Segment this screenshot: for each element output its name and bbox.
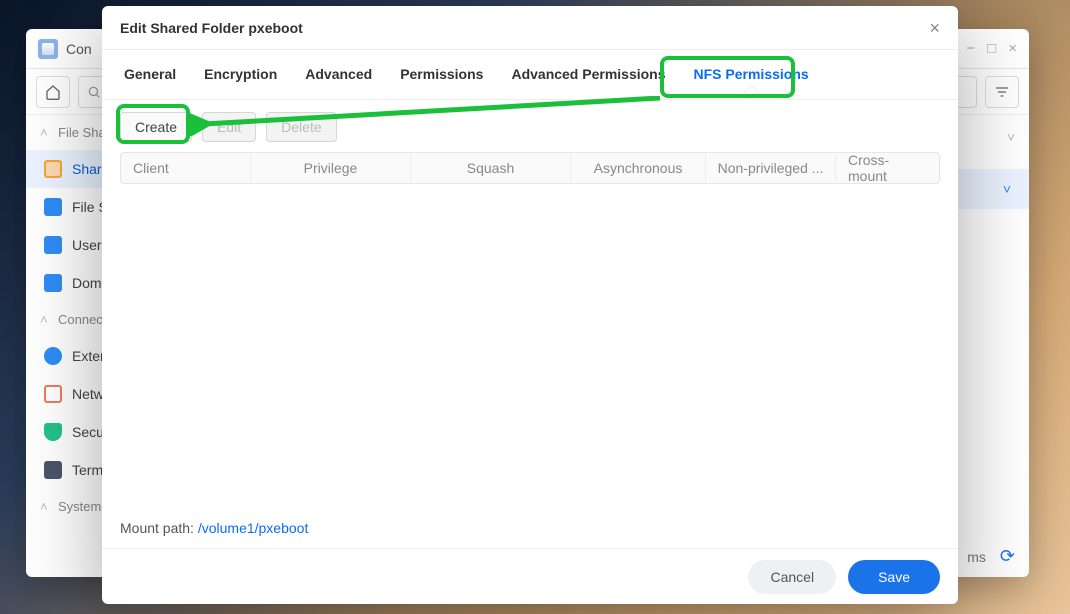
house-icon bbox=[44, 385, 62, 403]
chevron-up-icon: ˄ bbox=[40, 499, 50, 514]
dialog-tabs: General Encryption Advanced Permissions … bbox=[102, 50, 958, 100]
column-privilege[interactable]: Privilege bbox=[251, 153, 411, 183]
chevron-up-icon: ˄ bbox=[40, 125, 50, 140]
chevron-down-icon: ˅ bbox=[1003, 181, 1011, 197]
shield-icon bbox=[44, 423, 62, 441]
column-squash[interactable]: Squash bbox=[411, 153, 571, 183]
folder-icon bbox=[44, 160, 62, 178]
status-ms: ms bbox=[967, 549, 986, 565]
edit-button: Edit bbox=[202, 112, 256, 142]
tab-general[interactable]: General bbox=[110, 52, 190, 97]
terminal-icon bbox=[44, 461, 62, 479]
swap-icon bbox=[44, 198, 62, 216]
delete-button: Delete bbox=[266, 112, 336, 142]
mount-path-row: Mount path: /volume1/pxeboot bbox=[102, 520, 958, 548]
window-close-icon[interactable]: × bbox=[1008, 40, 1017, 57]
sort-button[interactable] bbox=[985, 76, 1019, 108]
tab-advanced-permissions[interactable]: Advanced Permissions bbox=[497, 52, 679, 97]
chevron-down-icon[interactable]: ˅ bbox=[1007, 129, 1015, 145]
window-maximize-icon[interactable]: □ bbox=[987, 40, 996, 57]
plug-icon bbox=[44, 347, 62, 365]
column-client[interactable]: Client bbox=[121, 153, 251, 183]
refresh-icon[interactable]: ⟳ bbox=[1000, 546, 1015, 567]
close-icon[interactable]: × bbox=[929, 19, 940, 37]
column-non-privileged[interactable]: Non-privileged ... bbox=[706, 153, 836, 183]
edit-shared-folder-dialog: Edit Shared Folder pxeboot × General Enc… bbox=[102, 6, 958, 604]
mount-path-label: Mount path: bbox=[120, 520, 198, 536]
home-button[interactable] bbox=[36, 76, 70, 108]
mount-path-link[interactable]: /volume1/pxeboot bbox=[198, 520, 309, 536]
dialog-footer: Cancel Save bbox=[102, 548, 958, 604]
window-title: Con bbox=[66, 41, 92, 57]
tab-permissions[interactable]: Permissions bbox=[386, 52, 497, 97]
cancel-button[interactable]: Cancel bbox=[748, 560, 836, 594]
tab-advanced[interactable]: Advanced bbox=[291, 52, 386, 97]
create-button[interactable]: Create bbox=[120, 112, 192, 142]
search-icon bbox=[87, 85, 101, 99]
dialog-toolbar: Create Edit Delete bbox=[102, 100, 958, 152]
column-asynchronous[interactable]: Asynchronous bbox=[571, 153, 706, 183]
nfs-table-header: Client Privilege Squash Asynchronous Non… bbox=[120, 152, 940, 184]
dialog-header: Edit Shared Folder pxeboot × bbox=[102, 6, 958, 50]
tab-nfs-permissions[interactable]: NFS Permissions bbox=[680, 52, 823, 97]
column-cross-mount[interactable]: Cross-mount bbox=[836, 153, 939, 183]
tab-encryption[interactable]: Encryption bbox=[190, 52, 291, 97]
chevron-up-icon: ˄ bbox=[40, 312, 50, 327]
users-icon bbox=[44, 236, 62, 254]
dialog-title: Edit Shared Folder pxeboot bbox=[120, 20, 303, 36]
nfs-table-body bbox=[120, 184, 940, 520]
status-footer: ms ⟳ bbox=[967, 546, 1015, 567]
save-button[interactable]: Save bbox=[848, 560, 940, 594]
window-minimize-icon[interactable]: − bbox=[966, 40, 975, 57]
card-icon bbox=[44, 274, 62, 292]
section-label: System bbox=[58, 499, 101, 514]
control-panel-icon bbox=[38, 39, 58, 59]
